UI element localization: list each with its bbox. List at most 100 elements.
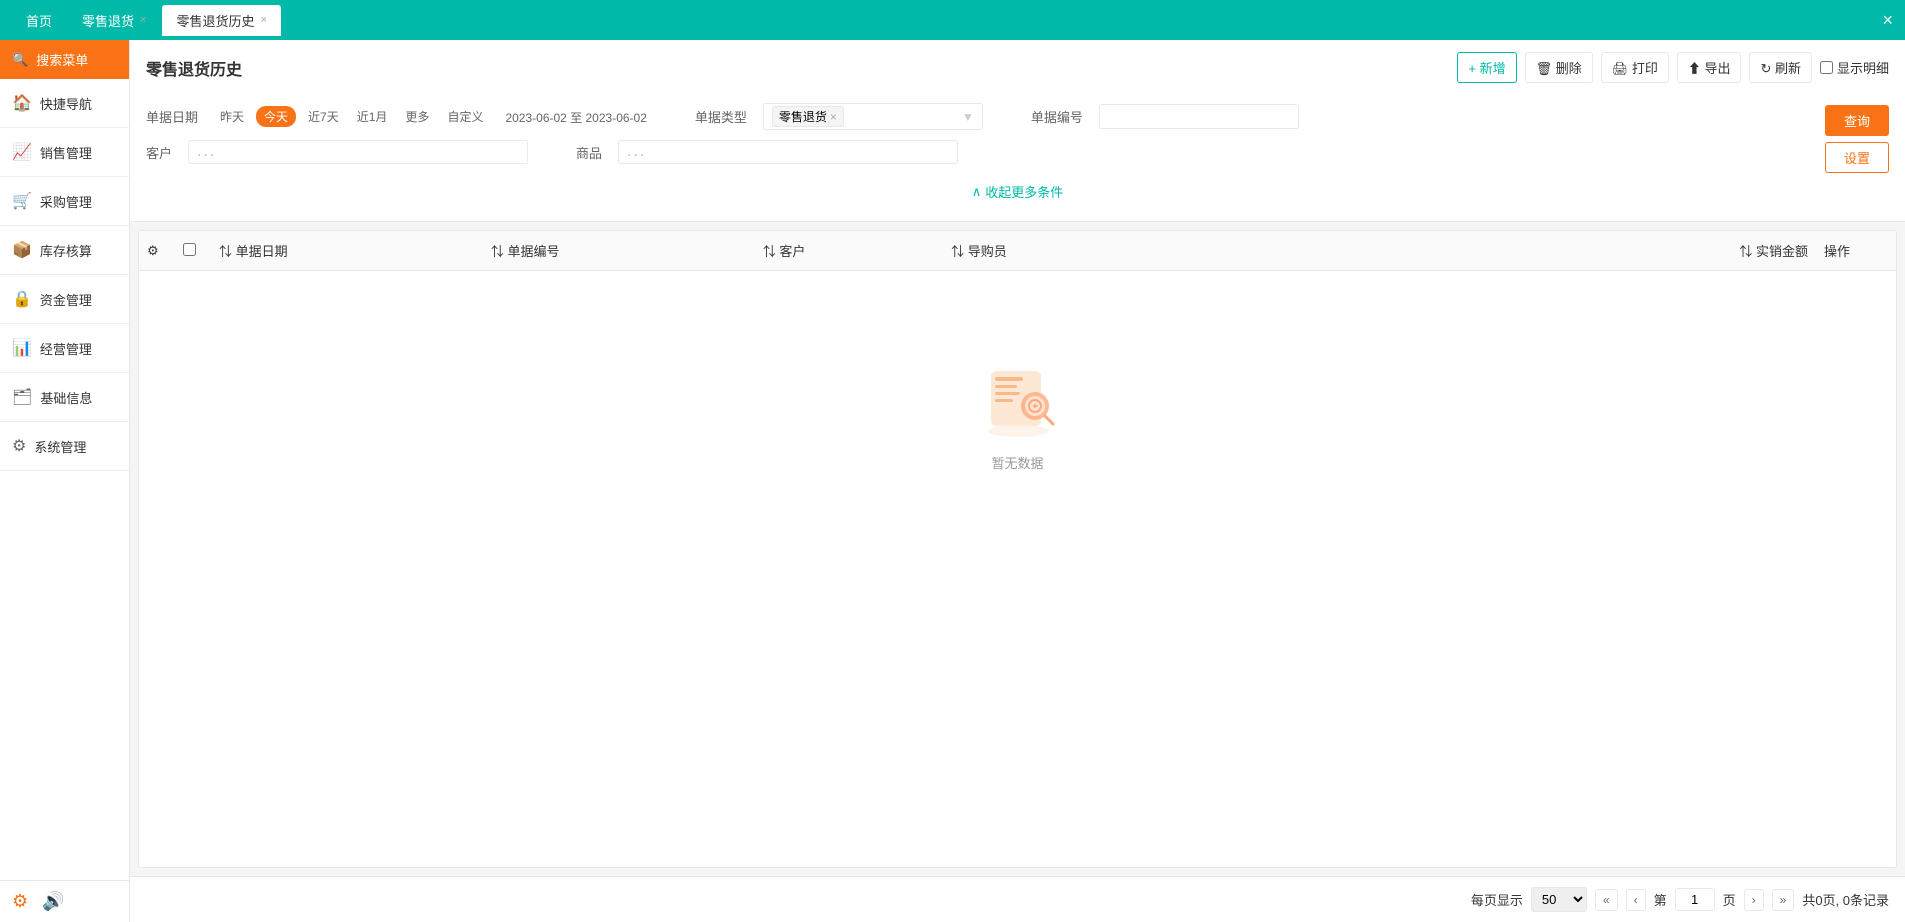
first-page-button[interactable]: « bbox=[1595, 889, 1618, 911]
select-all-checkbox[interactable] bbox=[183, 243, 196, 256]
table-header: ⚙ ⇅ 单据日期 ⇅ 单据编号 ⇅ 客户 bbox=[139, 231, 1896, 271]
tab-retail-return-history[interactable]: 零售退货历史 × bbox=[162, 5, 280, 36]
sidebar-item-purchase[interactable]: 🛒 采购管理 bbox=[0, 177, 129, 226]
goods-placeholder: ... bbox=[627, 143, 646, 161]
tab-retail-return[interactable]: 零售退货 × bbox=[68, 5, 160, 36]
collapse-label: 收起更多条件 bbox=[985, 182, 1063, 201]
sidebar-item-shortcuts-label: 快捷导航 bbox=[40, 94, 92, 113]
filter-right: 查询 设置 bbox=[1809, 103, 1889, 174]
query-button[interactable]: 查询 bbox=[1825, 105, 1889, 136]
date-7days[interactable]: 近7天 bbox=[302, 106, 345, 127]
new-button[interactable]: + 新增 bbox=[1457, 52, 1516, 83]
col-date: ⇅ 单据日期 bbox=[211, 231, 483, 271]
date-custom[interactable]: 自定义 bbox=[441, 106, 489, 127]
inventory-icon: 📦 bbox=[12, 240, 32, 260]
per-page-select[interactable]: 50 100 200 bbox=[1531, 887, 1587, 912]
col-guide: ⇅ 导购员 bbox=[943, 231, 1173, 271]
date-yesterday[interactable]: 昨天 bbox=[214, 106, 250, 127]
date-filter: 昨天 今天 近7天 近1月 更多 自定义 bbox=[214, 106, 489, 127]
type-filter-label: 单据类型 bbox=[695, 107, 747, 126]
sidebar-item-sales[interactable]: 📈 销售管理 bbox=[0, 128, 129, 177]
filter-settings-button[interactable]: 设置 bbox=[1825, 142, 1889, 173]
refresh-button[interactable]: ↻ 刷新 bbox=[1749, 52, 1812, 83]
goods-label: 商品 bbox=[576, 143, 602, 162]
search-icon: 🔍 bbox=[12, 52, 28, 68]
table-area: ⚙ ⇅ 单据日期 ⇅ 单据编号 ⇅ 客户 bbox=[138, 230, 1897, 868]
prev-page-button[interactable]: ‹ bbox=[1626, 889, 1646, 911]
empty-state-row: 暂无数据 bbox=[139, 271, 1896, 553]
sidebar-item-inventory[interactable]: 📦 库存核算 bbox=[0, 226, 129, 275]
date-1month[interactable]: 近1月 bbox=[351, 106, 394, 127]
settings-icon[interactable]: ⚙ bbox=[12, 891, 28, 912]
col-amount-label: ⇅ 实销金额 bbox=[1739, 244, 1808, 259]
sidebar-item-shortcuts[interactable]: 🏠 快捷导航 bbox=[0, 79, 129, 128]
sidebar-item-purchase-label: 采购管理 bbox=[40, 192, 92, 211]
col-settings: ⚙ bbox=[139, 231, 175, 271]
table-settings-icon[interactable]: ⚙ bbox=[147, 243, 159, 258]
sidebar-item-system[interactable]: ⚙ 系统管理 bbox=[0, 422, 129, 471]
customer-placeholder: ... bbox=[197, 143, 216, 161]
tab-retail-return-label: 零售退货 bbox=[82, 11, 134, 30]
tab-retail-return-history-close[interactable]: × bbox=[260, 14, 266, 26]
col-customer: ⇅ 客户 bbox=[755, 231, 943, 271]
collapse-button[interactable]: ∧ 收起更多条件 bbox=[960, 178, 1076, 205]
col-action: 操作 bbox=[1816, 231, 1896, 271]
type-tag-label: 零售退货 bbox=[779, 108, 827, 125]
empty-state-icon bbox=[973, 351, 1063, 441]
tab-home[interactable]: 首页 bbox=[12, 5, 66, 36]
customer-label: 客户 bbox=[146, 143, 172, 162]
filter-left: 单据日期 昨天 今天 近7天 近1月 更多 自定义 2023-06-02 至 2… bbox=[146, 103, 1809, 174]
operations-icon: 📊 bbox=[12, 338, 32, 358]
filter-row-2: 客户 ... 商品 ... bbox=[146, 140, 1809, 164]
sidebar-search[interactable]: 🔍 搜索菜单 bbox=[0, 40, 129, 79]
date-today[interactable]: 今天 bbox=[256, 106, 296, 127]
col-doc-no: ⇅ 单据编号 bbox=[483, 231, 755, 271]
sidebar-item-operations-label: 经营管理 bbox=[40, 339, 92, 358]
window-close-button[interactable]: × bbox=[1882, 10, 1893, 31]
empty-state-text: 暂无数据 bbox=[991, 453, 1043, 472]
col-customer-label: ⇅ 客户 bbox=[763, 244, 806, 259]
sidebar-item-finance[interactable]: 🔒 资金管理 bbox=[0, 275, 129, 324]
query-buttons: 查询 设置 bbox=[1825, 105, 1889, 173]
col-amount: ⇅ 实销金额 bbox=[1173, 231, 1816, 271]
doc-no-input[interactable] bbox=[1099, 104, 1299, 129]
export-button[interactable]: ⬆ 导出 bbox=[1677, 52, 1742, 83]
col-guide-label: ⇅ 导购员 bbox=[951, 244, 1007, 259]
type-tag: 零售退货 × bbox=[772, 106, 844, 127]
sidebar-item-inventory-label: 库存核算 bbox=[40, 241, 92, 260]
system-icon: ⚙ bbox=[12, 436, 26, 456]
next-page-button[interactable]: › bbox=[1744, 889, 1764, 911]
home-icon: 🏠 bbox=[12, 93, 32, 113]
col-doc-no-label: ⇅ 单据编号 bbox=[491, 244, 560, 259]
top-nav: 首页 零售退货 × 零售退货历史 × × bbox=[0, 0, 1905, 40]
main-layout: 🔍 搜索菜单 🏠 快捷导航 📈 销售管理 🛒 采购管理 📦 库存核算 🔒 资金管… bbox=[0, 40, 1905, 922]
goods-input[interactable]: ... bbox=[618, 140, 958, 164]
sidebar-item-basic-info[interactable]: 🗂 基础信息 bbox=[0, 373, 129, 422]
delete-button[interactable]: 🗑 删除 bbox=[1525, 52, 1593, 83]
filter-row-1: 单据日期 昨天 今天 近7天 近1月 更多 自定义 2023-06-02 至 2… bbox=[146, 103, 1809, 130]
sidebar-item-operations[interactable]: 📊 经营管理 bbox=[0, 324, 129, 373]
date-more[interactable]: 更多 bbox=[399, 106, 435, 127]
show-detail-input[interactable] bbox=[1820, 61, 1833, 74]
sound-icon[interactable]: 🔊 bbox=[42, 891, 64, 912]
type-filter-input[interactable]: 零售退货 × ▼ bbox=[763, 103, 983, 130]
filter-area: 单据日期 昨天 今天 近7天 近1月 更多 自定义 2023-06-02 至 2… bbox=[146, 95, 1889, 221]
type-tag-remove[interactable]: × bbox=[830, 110, 837, 124]
sidebar-item-sales-label: 销售管理 bbox=[40, 143, 92, 162]
pagination-bar: 每页显示 50 100 200 « ‹ 第 页 › » 共0页, 0条记录 bbox=[130, 876, 1905, 922]
show-detail-checkbox[interactable]: 显示明细 bbox=[1820, 58, 1889, 77]
empty-state: 暂无数据 bbox=[139, 271, 1896, 552]
type-dropdown-icon[interactable]: ▼ bbox=[962, 110, 974, 124]
tab-retail-return-history-label: 零售退货历史 bbox=[176, 11, 254, 30]
last-page-button[interactable]: » bbox=[1772, 889, 1795, 911]
content-area: 零售退货历史 + 新增 🗑 删除 🖨 打印 ⬆ 导出 ↻ 刷新 显示明细 bbox=[130, 40, 1905, 922]
customer-input[interactable]: ... bbox=[188, 140, 528, 164]
finance-icon: 🔒 bbox=[12, 289, 32, 309]
print-button[interactable]: 🖨 打印 bbox=[1601, 52, 1669, 83]
page-input[interactable] bbox=[1675, 888, 1715, 911]
sidebar-search-label: 搜索菜单 bbox=[36, 50, 88, 69]
show-detail-label: 显示明细 bbox=[1837, 58, 1889, 77]
tab-retail-return-close[interactable]: × bbox=[140, 14, 146, 26]
page-suffix: 页 bbox=[1723, 890, 1736, 909]
sidebar-item-basic-info-label: 基础信息 bbox=[40, 388, 92, 407]
